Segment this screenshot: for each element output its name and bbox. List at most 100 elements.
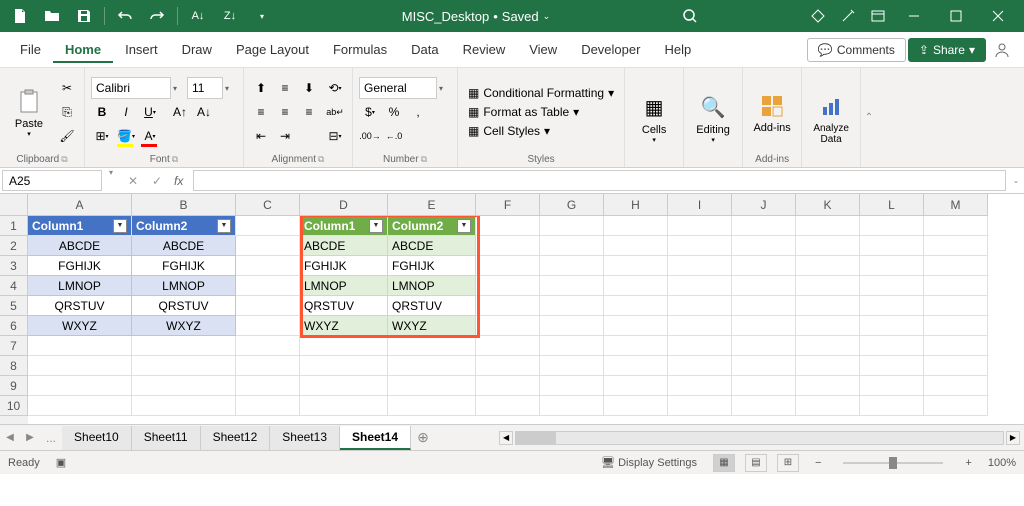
cell[interactable] (604, 376, 668, 396)
cell[interactable] (860, 256, 924, 276)
cell[interactable] (236, 316, 300, 336)
cell[interactable] (476, 336, 540, 356)
menu-view[interactable]: View (517, 36, 569, 63)
cell[interactable] (388, 396, 476, 416)
cell[interactable] (668, 276, 732, 296)
cell[interactable] (540, 356, 604, 376)
row-header-9[interactable]: 9 (0, 376, 28, 396)
cell[interactable]: ABCDE (300, 236, 388, 256)
ribbon-mode-icon[interactable] (864, 2, 892, 30)
cell[interactable] (924, 236, 988, 256)
save-icon[interactable] (70, 2, 98, 30)
cell[interactable]: WXYZ (132, 316, 236, 336)
row-header-4[interactable]: 4 (0, 276, 28, 296)
accept-formula-button[interactable]: ✓ (146, 171, 168, 191)
col-header-F[interactable]: F (476, 194, 540, 216)
col-header-M[interactable]: M (924, 194, 988, 216)
cell[interactable] (668, 356, 732, 376)
undo-icon[interactable] (111, 2, 139, 30)
row-header-3[interactable]: 3 (0, 256, 28, 276)
normal-view-button[interactable]: ▦ (713, 454, 735, 472)
cell[interactable] (796, 356, 860, 376)
col-header-G[interactable]: G (540, 194, 604, 216)
tab-more[interactable]: ... (40, 431, 62, 445)
fx-label[interactable]: fx (170, 174, 187, 188)
cell[interactable] (604, 336, 668, 356)
menu-help[interactable]: Help (652, 36, 703, 63)
cell[interactable]: FGHIJK (300, 256, 388, 276)
cell-styles-button[interactable]: ▦ Cell Styles ▾ (464, 123, 618, 139)
col-header-H[interactable]: H (604, 194, 668, 216)
font-size-input[interactable] (187, 77, 223, 99)
cell[interactable] (796, 316, 860, 336)
filter-button[interactable]: ▼ (457, 219, 471, 233)
tab-scroll-left[interactable]: ◀ (0, 427, 20, 449)
sort-desc-icon[interactable]: Z↓ (216, 2, 244, 30)
cell[interactable] (860, 296, 924, 316)
cell[interactable]: Column1▼ (28, 216, 132, 236)
cell[interactable] (28, 356, 132, 376)
clipboard-launcher[interactable]: ⧉ (61, 154, 67, 165)
align-bottom-button[interactable]: ⬇ (298, 77, 320, 99)
align-center-button[interactable]: ≡ (274, 101, 296, 123)
cell[interactable]: LMNOP (132, 276, 236, 296)
row-header-10[interactable]: 10 (0, 396, 28, 416)
cell[interactable] (300, 376, 388, 396)
cell[interactable]: QRSTUV (28, 296, 132, 316)
italic-button[interactable]: I (115, 101, 137, 123)
share-button[interactable]: ⇪ Share ▾ (908, 38, 986, 62)
percent-button[interactable]: % (383, 101, 405, 123)
format-painter-icon[interactable]: 🖌 (56, 125, 78, 147)
row-header-8[interactable]: 8 (0, 356, 28, 376)
cell[interactable] (732, 276, 796, 296)
name-box-dropdown[interactable]: ▾ (104, 168, 118, 193)
cell[interactable] (236, 336, 300, 356)
col-header-B[interactable]: B (132, 194, 236, 216)
new-file-icon[interactable] (6, 2, 34, 30)
align-right-button[interactable]: ≡ (298, 101, 320, 123)
increase-indent-button[interactable]: ⇥ (274, 125, 296, 147)
cell[interactable]: QRSTUV (388, 296, 476, 316)
cell[interactable] (132, 336, 236, 356)
cell[interactable] (860, 376, 924, 396)
row-header-5[interactable]: 5 (0, 296, 28, 316)
copy-icon[interactable]: ⎘ (56, 101, 78, 123)
number-launcher[interactable]: ⧉ (421, 154, 427, 165)
cell[interactable] (540, 256, 604, 276)
cell[interactable] (732, 356, 796, 376)
cell[interactable] (732, 236, 796, 256)
cut-icon[interactable]: ✂ (56, 77, 78, 99)
analyze-data-button[interactable]: Analyze Data (808, 83, 854, 153)
cell[interactable] (860, 336, 924, 356)
cell[interactable]: QRSTUV (132, 296, 236, 316)
cell[interactable] (236, 236, 300, 256)
cell[interactable] (796, 236, 860, 256)
menu-developer[interactable]: Developer (569, 36, 652, 63)
filter-button[interactable]: ▼ (113, 219, 127, 233)
menu-page-layout[interactable]: Page Layout (224, 36, 321, 63)
hscroll-track[interactable] (515, 431, 1004, 445)
cell[interactable] (860, 216, 924, 236)
menu-file[interactable]: File (8, 36, 53, 63)
cell[interactable] (796, 276, 860, 296)
wrap-text-button[interactable]: ab↵ (324, 101, 346, 123)
addins-button[interactable]: Add-ins (749, 77, 795, 147)
open-folder-icon[interactable] (38, 2, 66, 30)
cell[interactable] (604, 296, 668, 316)
expand-formula-button[interactable]: ⌄ (1008, 168, 1024, 193)
menu-insert[interactable]: Insert (113, 36, 170, 63)
sheet-tab-sheet14[interactable]: Sheet14 (340, 426, 411, 450)
cell[interactable] (132, 376, 236, 396)
font-name-input[interactable] (91, 77, 171, 99)
cell[interactable] (604, 396, 668, 416)
cell[interactable] (860, 236, 924, 256)
cell[interactable] (388, 356, 476, 376)
font-launcher[interactable]: ⧉ (172, 154, 178, 165)
qat-customize-icon[interactable]: ▾ (248, 2, 276, 30)
cell[interactable]: FGHIJK (388, 256, 476, 276)
tab-scroll-right[interactable]: ▶ (20, 427, 40, 449)
cell[interactable] (604, 216, 668, 236)
cell[interactable] (236, 256, 300, 276)
cell[interactable] (860, 276, 924, 296)
decrease-indent-button[interactable]: ⇤ (250, 125, 272, 147)
